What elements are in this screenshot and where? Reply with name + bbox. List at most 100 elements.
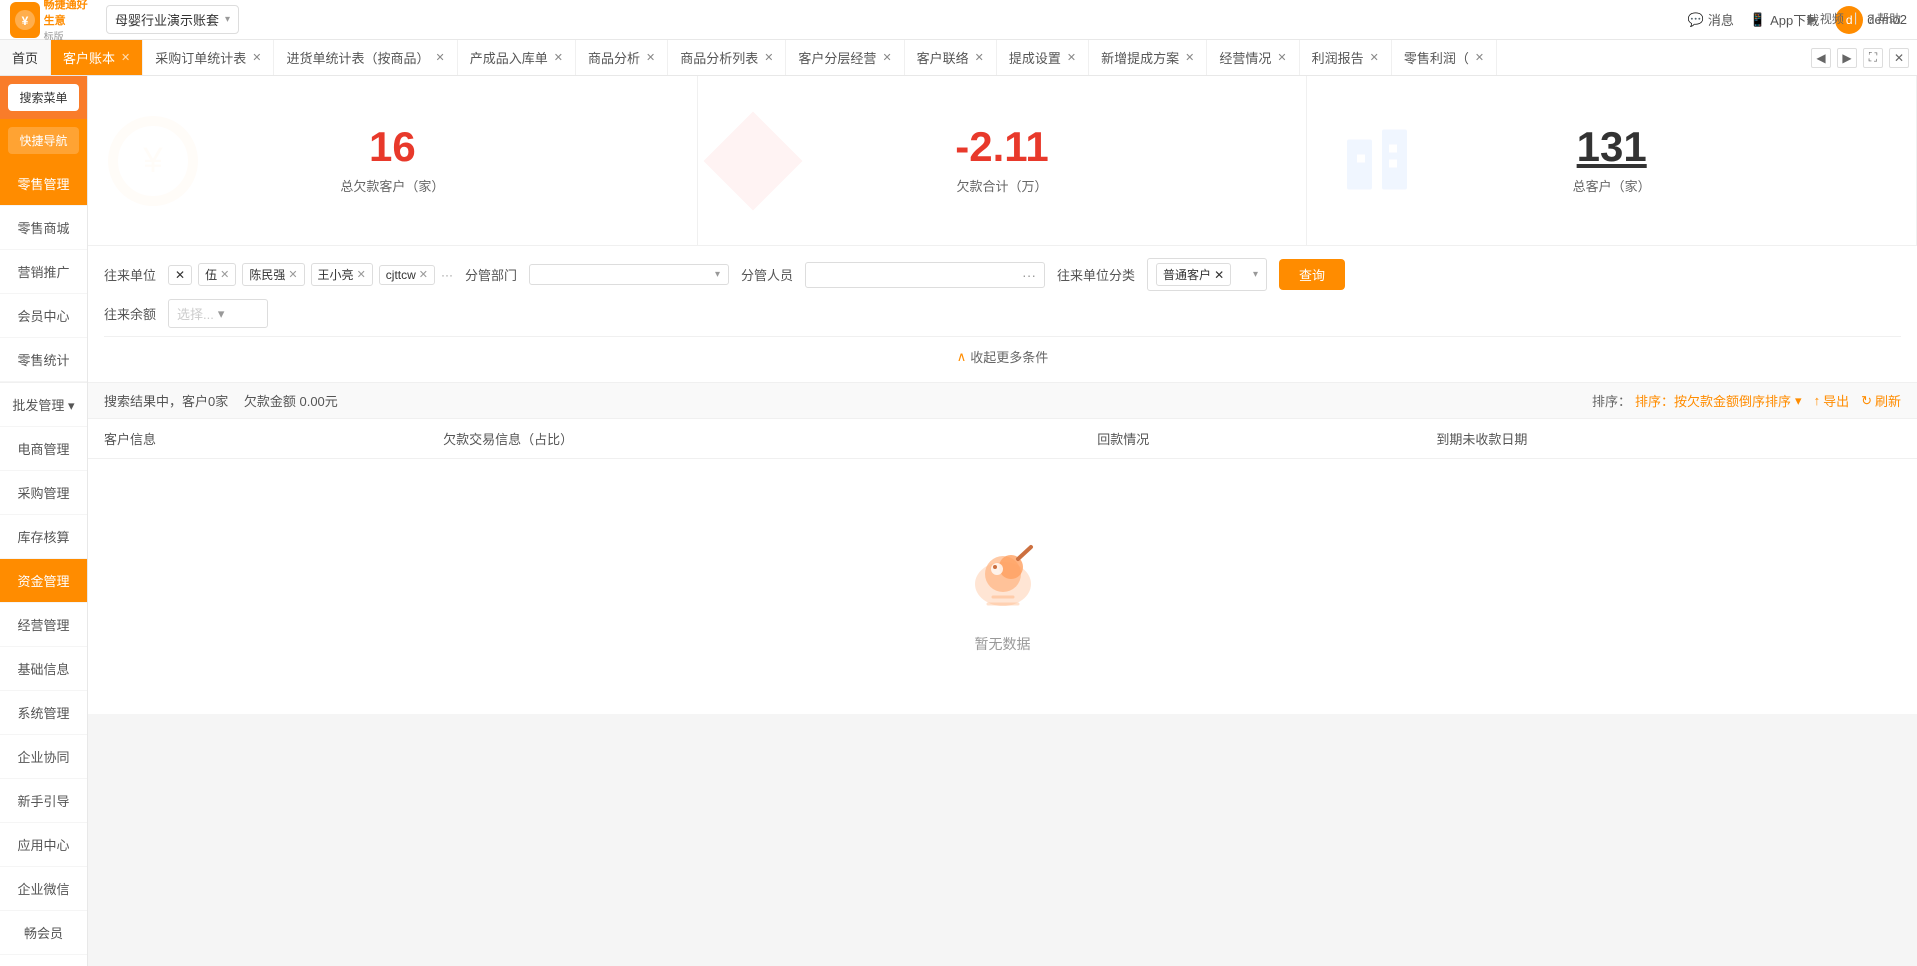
chevron-down-icon: ▾ [1795, 393, 1802, 409]
tenant-selector[interactable]: 母婴行业演示账套 ▾ [106, 5, 239, 34]
close-icon[interactable]: ✕ [882, 51, 891, 64]
tab-purchase-order[interactable]: 采购订单统计表 ✕ [143, 40, 274, 76]
close-icon[interactable]: ✕ [220, 268, 229, 281]
col-customer-info: 客户信息 [88, 419, 427, 459]
close-icon[interactable]: ✕ [646, 51, 655, 64]
tab-scroll-left[interactable]: ◀ [1811, 48, 1831, 68]
stat-total-number[interactable]: 131 [1573, 126, 1651, 168]
tab-add-commission[interactable]: 新增提成方案 ✕ [1089, 40, 1207, 76]
filter-tag-chen[interactable]: 陈民强 ✕ [242, 263, 304, 286]
col-payment-status: 回款情况 [1081, 419, 1420, 459]
tab-purchase-stats[interactable]: 进货单统计表（按商品） ✕ [274, 40, 457, 76]
dept-select[interactable]: ▾ [529, 264, 729, 285]
collapse-row: ∧ 收起更多条件 [104, 336, 1901, 366]
stat-icon-diamond [718, 126, 788, 196]
tab-retail-profit[interactable]: 零售利润（ ✕ [1392, 40, 1497, 76]
sidebar-item-wechat[interactable]: 企业微信 [0, 867, 87, 911]
sidebar-item-finance[interactable]: 资金管理 [0, 559, 87, 603]
close-icon[interactable]: ✕ [1370, 51, 1379, 64]
close-icon[interactable]: ✕ [1277, 51, 1286, 64]
close-icon[interactable]: ✕ [357, 268, 366, 281]
tab-commission-settings[interactable]: 提成设置 ✕ [997, 40, 1089, 76]
sidebar-item-member-center[interactable]: 会员中心 [0, 294, 87, 338]
tab-product-analysis[interactable]: 商品分析 ✕ [576, 40, 668, 76]
unit-type-select[interactable]: 普通客户 ✕ ▾ [1147, 258, 1267, 291]
close-icon[interactable]: ✕ [764, 51, 773, 64]
sidebar-item-marketing[interactable]: 营销推广 [0, 250, 87, 294]
filter-tag-wu[interactable]: 伍 ✕ [198, 263, 236, 286]
tab-product-analysis-list[interactable]: 商品分析列表 ✕ [668, 40, 786, 76]
stat-debtors-number: 16 [340, 126, 444, 168]
sidebar-item-wholesale[interactable]: 批发管理 ▾ [0, 383, 87, 427]
stat-total-label: 总客户（家） [1573, 176, 1651, 195]
close-icon[interactable]: ✕ [252, 51, 261, 64]
tab-home[interactable]: 首页 [0, 40, 51, 76]
filter-row-1: 往来单位 ✕ 伍 ✕ 陈民强 ✕ [104, 258, 1901, 291]
filter-tag-unit-all[interactable]: ✕ [168, 265, 192, 285]
sidebar-item-ecommerce[interactable]: 电商管理 [0, 427, 87, 471]
close-icon[interactable]: ✕ [554, 51, 563, 64]
col-debt-info: 欠款交易信息（占比） [427, 419, 1081, 459]
sidebar-item-member[interactable]: 畅会员 [0, 911, 87, 955]
person-select[interactable]: ··· [805, 262, 1045, 288]
export-button[interactable]: ↑ 导出 [1814, 391, 1850, 410]
tab-close-all[interactable]: ✕ [1889, 48, 1909, 68]
sidebar-item-basic-info[interactable]: 基础信息 [0, 647, 87, 691]
stat-total-text: 131 总客户（家） [1573, 126, 1651, 195]
filter-tag-cjttcw[interactable]: cjttcw ✕ [379, 265, 435, 285]
col-due-date: 到期未收款日期 [1420, 419, 1917, 459]
sidebar-item-app-center[interactable]: 应用中心 [0, 823, 87, 867]
sidebar-item-enterprise[interactable]: 企业协同 [0, 735, 87, 779]
sidebar-item-retail-mall[interactable]: 零售商城 [0, 206, 87, 250]
tab-customer-ledger[interactable]: 客户账本 ✕ [51, 40, 143, 76]
tab-business-status[interactable]: 经营情况 ✕ [1207, 40, 1299, 76]
sidebar-item-retail-management[interactable]: 零售管理 [0, 162, 87, 206]
stats-row: ¥ 16 总欠款客户（家） -2.11 欠款合计（万） [88, 76, 1917, 246]
unit-type-tag[interactable]: 普通客户 ✕ [1156, 263, 1231, 286]
search-menu-button[interactable]: 搜索菜单 [8, 84, 79, 111]
close-icon[interactable]: ✕ [436, 51, 445, 64]
tab-scroll-right[interactable]: ▶ [1837, 48, 1857, 68]
stat-debtors-label: 总欠款客户（家） [340, 176, 444, 195]
download-icon: 📱 [1750, 12, 1766, 28]
sidebar-item-inventory[interactable]: 库存核算 [0, 515, 87, 559]
close-icon[interactable]: ✕ [419, 268, 428, 281]
quick-nav-area: 快捷导航 [0, 119, 87, 162]
tab-fullscreen[interactable]: ⛶ [1863, 48, 1883, 68]
close-icon[interactable]: ✕ [1475, 51, 1484, 64]
content-area: ¥ 16 总欠款客户（家） -2.11 欠款合计（万） [88, 76, 1917, 966]
svg-text:¥: ¥ [21, 14, 28, 28]
main-layout: 搜索菜单 快捷导航 零售管理 零售商城 营销推广 会员中心 零售统计 批发管理 … [0, 76, 1917, 966]
close-icon[interactable]: ✕ [121, 51, 130, 64]
messages-button[interactable]: 💬 消息 [1688, 10, 1734, 29]
collapse-button[interactable]: ∧ 收起更多条件 [104, 347, 1901, 366]
filter-area: 往来单位 ✕ 伍 ✕ 陈民强 ✕ [88, 246, 1917, 383]
filter-more-button[interactable]: ··· [441, 268, 453, 282]
sidebar-item-system[interactable]: 系统管理 [0, 691, 87, 735]
query-button[interactable]: 查询 [1279, 259, 1345, 290]
sidebar-search-area: 搜索菜单 [0, 76, 87, 119]
balance-input[interactable]: 选择... ▾ [168, 299, 268, 328]
sort-select[interactable]: 排序： 排序：按欠款金额倒序排序 ▾ [1592, 391, 1802, 410]
sidebar-item-onboarding[interactable]: 新手引导 [0, 779, 87, 823]
balance-label: 往来余额 [104, 304, 156, 323]
stat-debtors-text: 16 总欠款客户（家） [340, 126, 444, 195]
tab-customer-contact[interactable]: 客户联络 ✕ [905, 40, 997, 76]
filter-tag-wang[interactable]: 王小亮 ✕ [311, 263, 373, 286]
tab-profit-report[interactable]: 利润报告 ✕ [1300, 40, 1392, 76]
close-icon[interactable]: ✕ [1067, 51, 1076, 64]
tab-finished-goods[interactable]: 产成品入库单 ✕ [458, 40, 576, 76]
refresh-button[interactable]: ↻ 刷新 [1861, 391, 1901, 410]
quick-nav-button[interactable]: 快捷导航 [8, 127, 79, 154]
close-icon[interactable]: ✕ [288, 268, 297, 281]
close-icon[interactable]: ✕ [1214, 268, 1224, 282]
chevron-down-icon: ▾ [225, 14, 230, 25]
table-header-row: 客户信息 欠款交易信息（占比） 回款情况 到期未收款日期 [88, 419, 1917, 459]
close-icon[interactable]: ✕ [975, 51, 984, 64]
export-icon: ↑ [1814, 393, 1821, 408]
tab-customer-segmentation[interactable]: 客户分层经营 ✕ [786, 40, 904, 76]
sidebar-item-operations[interactable]: 经营管理 [0, 603, 87, 647]
sidebar-item-purchase[interactable]: 采购管理 [0, 471, 87, 515]
sidebar-item-retail-stats[interactable]: 零售统计 [0, 338, 87, 382]
close-icon[interactable]: ✕ [1185, 51, 1194, 64]
